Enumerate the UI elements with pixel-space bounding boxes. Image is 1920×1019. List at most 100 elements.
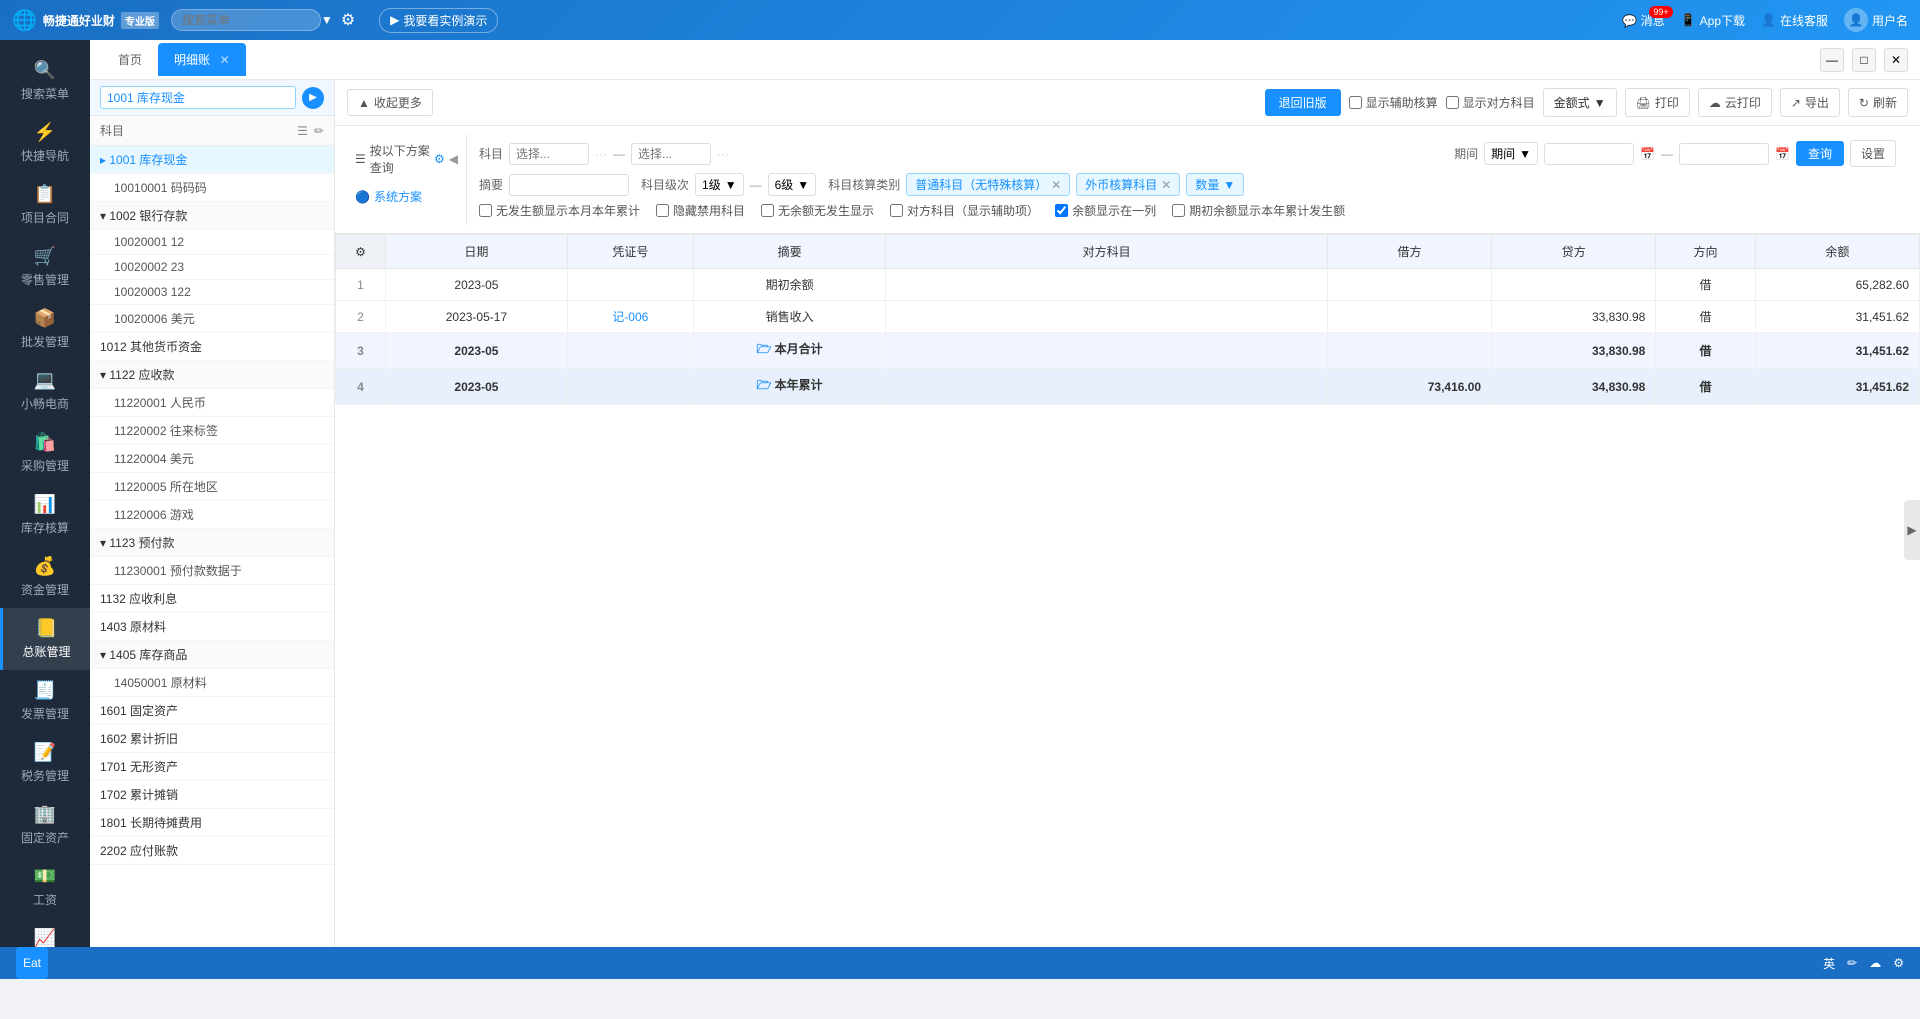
status-edit[interactable]: ✏ [1847,956,1857,970]
topbar-dropdown-btn[interactable]: ▼ [321,13,333,27]
tree-item-1012[interactable]: 1012 其他货币资金 [90,333,334,361]
level-start-select[interactable]: 1级 ▼ [695,173,744,196]
online-service-btn[interactable]: 👤 在线客服 [1761,12,1828,29]
nav-next-btn[interactable]: ▶ [302,87,324,109]
sidebar-item-finance[interactable]: 💰 资金管理 [0,546,90,608]
sidebar-item-project[interactable]: 📋 项目合同 [0,174,90,236]
tree-item-11220004[interactable]: 11220004 美元 [90,445,334,473]
app-download-btn[interactable]: 📱 App下载 [1681,12,1745,29]
calendar-end-icon[interactable]: 📅 [1775,147,1790,161]
sidebar-item-tax[interactable]: 📝 税务管理 [0,732,90,794]
tree-item-1123[interactable]: ▾ 1123 预付款 [90,529,334,557]
tag-normal-subject[interactable]: 普通科目（无特殊核算） ✕ [906,173,1070,196]
show-opposite-filter-checkbox[interactable] [890,204,903,217]
tree-edit-icon[interactable]: ✏ [314,124,324,138]
right-collapse-tab[interactable]: ▶ [1904,500,1920,560]
show-aux-checkbox[interactable] [1349,96,1362,109]
period-start-input[interactable]: 2023-05 [1544,143,1634,165]
tree-item-10020006[interactable]: 10020006 美元 [90,305,334,333]
return-old-version-btn[interactable]: 退回旧版 [1265,89,1341,116]
tab-close-btn[interactable]: ✕ [220,53,230,67]
tag-close-icon[interactable]: ✕ [1161,178,1171,192]
tag-foreign-subject[interactable]: 外币核算科目 ✕ [1076,173,1180,196]
subject-input[interactable] [509,143,589,165]
calendar-start-icon[interactable]: 📅 [1640,147,1655,161]
settings-col-icon[interactable]: ⚙ [355,245,366,259]
tree-item-1801[interactable]: 1801 长期待摊费用 [90,809,334,837]
tree-item-1601[interactable]: 1601 固定资产 [90,697,334,725]
sidebar-item-retail[interactable]: 🛒 零售管理 [0,236,90,298]
tree-item-11220006[interactable]: 11220006 游戏 [90,501,334,529]
tree-item-1702[interactable]: 1702 累计摊销 [90,781,334,809]
tree-item-1701[interactable]: 1701 无形资产 [90,753,334,781]
hide-disabled-checkbox[interactable] [656,204,669,217]
topbar-demo-btn[interactable]: ▶ 我要看实例演示 [379,8,498,33]
tree-item-10010001[interactable]: 10010001 码码码 [90,174,334,202]
summary-input[interactable] [509,174,629,196]
sidebar-item-accounting[interactable]: 📒 总账管理 [0,608,90,670]
tree-item-1602[interactable]: 1602 累计折旧 [90,725,334,753]
show-opposite-checkbox[interactable] [1446,96,1459,109]
period-type-select[interactable]: 期间 ▼ [1484,142,1538,165]
sidebar-item-ecommerce[interactable]: 💻 小畅电商 [0,360,90,422]
sidebar-item-salary[interactable]: 💵 工资 [0,856,90,918]
sidebar-item-wholesale[interactable]: 📦 批发管理 [0,298,90,360]
print-btn[interactable]: 🖨 打印 [1625,88,1690,117]
sidebar-item-invoice[interactable]: 🧾 发票管理 [0,670,90,732]
settings-icon-small[interactable]: ⚙ [434,152,445,166]
user-profile-btn[interactable]: 👤 用户名 [1844,8,1908,32]
export-btn[interactable]: ↗ 导出 [1780,88,1840,117]
period-end-input[interactable]: 2023-05 [1679,143,1769,165]
topbar-gear-icon[interactable]: ⚙ [341,10,355,30]
tree-item-11220002[interactable]: 11220002 往来标签 [90,417,334,445]
tree-item-1001[interactable]: ▸ 1001 库存现金 [90,146,334,174]
system-scheme-btn[interactable]: 🔵 系统方案 [355,184,458,209]
eat-badge[interactable]: Eat [16,947,48,979]
tree-item-14050001[interactable]: 14050001 原材料 [90,669,334,697]
topbar-search-input[interactable] [171,9,321,31]
tag-close-icon[interactable]: ✕ [1051,178,1061,192]
status-cloud[interactable]: ☁ [1869,956,1881,970]
sidebar-item-search[interactable]: 🔍 搜索菜单 [0,50,90,112]
tab-maximize-btn[interactable]: □ [1852,48,1876,72]
tag-quantity-subject[interactable]: 数量 ▼ [1186,173,1244,196]
tree-list-icon[interactable]: ☰ [297,124,308,138]
sidebar-item-assets[interactable]: 🏢 固定资产 [0,794,90,856]
tree-item-10020002[interactable]: 10020002 23 [90,255,334,280]
tree-item-11220005[interactable]: 11220005 所在地区 [90,473,334,501]
tree-item-11220001[interactable]: 11220001 人民币 [90,389,334,417]
message-btn[interactable]: 💬 消息 99+ [1622,12,1664,29]
tree-item-2202[interactable]: 2202 应付账款 [90,837,334,865]
tab-ledger[interactable]: 明细账 ✕ [158,43,246,76]
tree-item-11230001[interactable]: 11230001 预付款数据于 [90,557,334,585]
status-settings[interactable]: ⚙ [1893,956,1904,970]
sidebar-item-nav[interactable]: ⚡ 快捷导航 [0,112,90,174]
show-year-amount-checkbox[interactable] [1172,204,1185,217]
tab-minimize-btn[interactable]: — [1820,48,1844,72]
voucher-link[interactable]: 记-006 [612,310,648,324]
sidebar-item-purchase[interactable]: 🛍️ 采购管理 [0,422,90,484]
no-amount-checkbox[interactable] [479,204,492,217]
tree-item-1132[interactable]: 1132 应收利息 [90,585,334,613]
cloud-print-btn[interactable]: ☁ 云打印 [1698,88,1772,117]
query-btn[interactable]: 查询 [1796,141,1844,166]
tree-item-1002[interactable]: ▾ 1002 银行存款 [90,202,334,230]
tab-home[interactable]: 首页 [102,43,158,76]
tree-item-1122[interactable]: ▾ 1122 应收款 [90,361,334,389]
close-scheme-icon[interactable]: ◀ [449,152,458,166]
format-btn[interactable]: 金额式 ▼ [1543,88,1617,117]
tree-item-1405[interactable]: ▾ 1405 库存商品 [90,641,334,669]
sidebar-item-inventory[interactable]: 📊 库存核算 [0,484,90,546]
tab-close-window-btn[interactable]: ✕ [1884,48,1908,72]
refresh-btn[interactable]: ↻ 刷新 [1848,88,1908,117]
subject-end-input[interactable] [631,143,711,165]
balance-one-col-checkbox[interactable] [1055,204,1068,217]
tree-item-10020003[interactable]: 10020003 122 [90,280,334,305]
setting-btn[interactable]: 设置 [1850,140,1896,167]
no-balance-checkbox[interactable] [761,204,774,217]
tree-item-10020001[interactable]: 10020001 12 [90,230,334,255]
tree-item-1403[interactable]: 1403 原材料 [90,613,334,641]
status-lang[interactable]: 英 [1823,955,1835,972]
level-end-select[interactable]: 6级 ▼ [768,173,817,196]
expand-more-btn[interactable]: ▲ 收起更多 [347,89,433,116]
